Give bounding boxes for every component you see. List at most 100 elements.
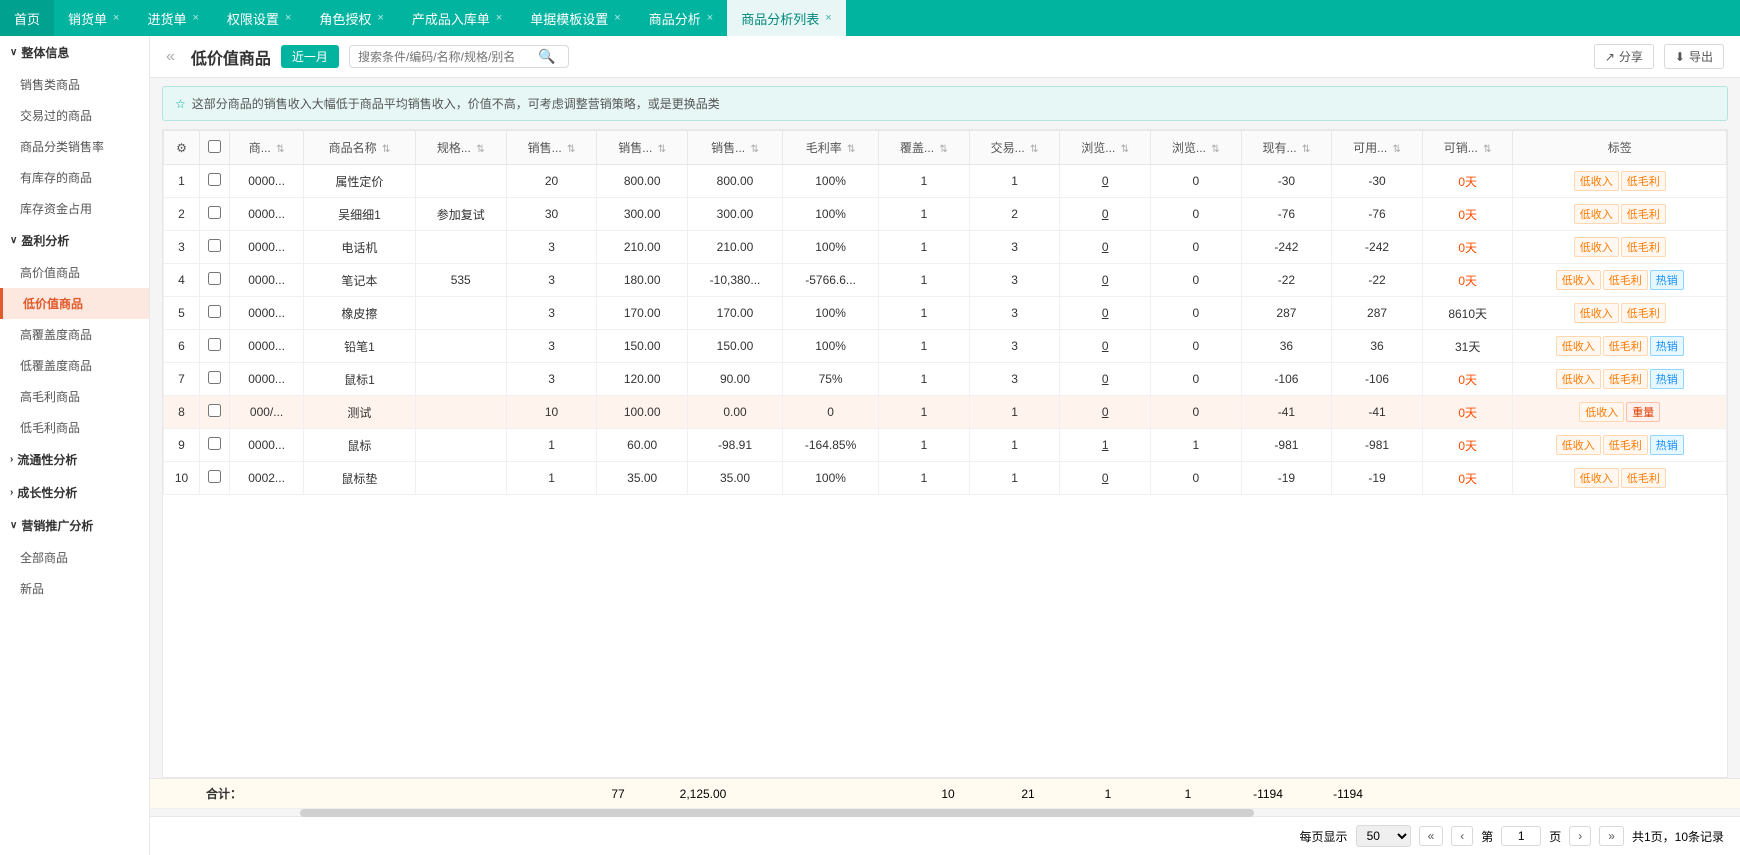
td-view1[interactable]: 0 bbox=[1060, 330, 1151, 363]
sidebar-item-low-value[interactable]: 低价值商品 bbox=[0, 288, 149, 319]
td-view1[interactable]: 0 bbox=[1060, 165, 1151, 198]
last-page-button[interactable]: » bbox=[1599, 826, 1624, 846]
row-checkbox[interactable] bbox=[208, 272, 221, 285]
nav-close-role[interactable]: × bbox=[377, 12, 383, 24]
sidebar-item-all-goods[interactable]: 全部商品 bbox=[0, 542, 149, 573]
td-tags: 低收入低毛利 bbox=[1513, 198, 1727, 231]
next-page-button[interactable]: › bbox=[1569, 826, 1591, 846]
row-checkbox[interactable] bbox=[208, 470, 221, 483]
export-button[interactable]: ⬇ 导出 bbox=[1664, 44, 1724, 69]
nav-product-analysis-list[interactable]: 商品分析列表 × bbox=[727, 0, 845, 36]
nav-close-analysis-list[interactable]: × bbox=[825, 12, 831, 24]
td-view1[interactable]: 0 bbox=[1060, 396, 1151, 429]
sidebar-group-profit[interactable]: ∨ 盈利分析 bbox=[0, 224, 149, 257]
search-input[interactable] bbox=[358, 50, 538, 64]
sidebar-item-category-sales[interactable]: 商品分类销售率 bbox=[0, 131, 149, 162]
nav-close-stock[interactable]: × bbox=[496, 12, 502, 24]
td-sale1: 20 bbox=[506, 165, 597, 198]
sidebar-group-growth[interactable]: › 成长性分析 bbox=[0, 476, 149, 509]
td-checkbox[interactable] bbox=[200, 330, 230, 363]
td-view1[interactable]: 0 bbox=[1060, 297, 1151, 330]
sidebar-item-stock-capital[interactable]: 库存资金占用 bbox=[0, 193, 149, 224]
total-cover: 10 bbox=[908, 787, 988, 801]
sidebar-item-sales-goods[interactable]: 销售类商品 bbox=[0, 69, 149, 100]
nav-purchase-order[interactable]: 进货单 × bbox=[133, 0, 212, 36]
view1-link[interactable]: 0 bbox=[1102, 273, 1109, 287]
view1-link[interactable]: 0 bbox=[1102, 372, 1109, 386]
share-button[interactable]: ↗ 分享 bbox=[1594, 44, 1654, 69]
td-checkbox[interactable] bbox=[200, 396, 230, 429]
view1-link[interactable]: 0 bbox=[1102, 207, 1109, 221]
scrollbar[interactable] bbox=[150, 809, 1740, 817]
nav-close-sales[interactable]: × bbox=[113, 12, 119, 24]
view1-link[interactable]: 0 bbox=[1102, 306, 1109, 320]
nav-close-permission[interactable]: × bbox=[285, 12, 291, 24]
view1-link[interactable]: 0 bbox=[1102, 339, 1109, 353]
sidebar-item-stock-goods[interactable]: 有库存的商品 bbox=[0, 162, 149, 193]
td-checkbox[interactable] bbox=[200, 462, 230, 495]
td-view1[interactable]: 1 bbox=[1060, 429, 1151, 462]
nav-product-stock[interactable]: 产成品入库单 × bbox=[398, 0, 516, 36]
td-checkbox[interactable] bbox=[200, 297, 230, 330]
th-settings[interactable]: ⚙ bbox=[164, 131, 200, 165]
td-view1[interactable]: 0 bbox=[1060, 462, 1151, 495]
nav-template[interactable]: 单据模板设置 × bbox=[516, 0, 634, 36]
td-checkbox[interactable] bbox=[200, 264, 230, 297]
prev-page-button[interactable]: ‹ bbox=[1451, 826, 1473, 846]
select-all-checkbox[interactable] bbox=[208, 140, 221, 153]
view1-link[interactable]: 0 bbox=[1102, 240, 1109, 254]
page-input[interactable] bbox=[1501, 826, 1541, 846]
nav-home[interactable]: 首页 bbox=[0, 0, 54, 36]
sidebar-item-low-margin[interactable]: 低毛利商品 bbox=[0, 412, 149, 443]
row-checkbox[interactable] bbox=[208, 239, 221, 252]
nav-sales-order[interactable]: 销货单 × bbox=[54, 0, 133, 36]
th-sale2: 销售... ⇅ bbox=[597, 131, 688, 165]
row-checkbox[interactable] bbox=[208, 338, 221, 351]
view1-link[interactable]: 1 bbox=[1102, 438, 1109, 452]
nav-role-auth[interactable]: 角色授权 × bbox=[305, 0, 397, 36]
search-icon[interactable]: 🔍 bbox=[538, 48, 555, 65]
view1-link[interactable]: 0 bbox=[1102, 471, 1109, 485]
sidebar-item-high-coverage[interactable]: 高覆盖度商品 bbox=[0, 319, 149, 350]
td-checkbox[interactable] bbox=[200, 231, 230, 264]
sidebar-item-new-goods[interactable]: 新品 bbox=[0, 573, 149, 604]
td-current: 287 bbox=[1241, 297, 1332, 330]
row-checkbox[interactable] bbox=[208, 305, 221, 318]
nav-close-template[interactable]: × bbox=[614, 12, 620, 24]
td-view1[interactable]: 0 bbox=[1060, 231, 1151, 264]
row-checkbox[interactable] bbox=[208, 206, 221, 219]
sidebar-item-low-coverage[interactable]: 低覆盖度商品 bbox=[0, 350, 149, 381]
page-size-select[interactable]: 50 100 200 bbox=[1356, 825, 1411, 847]
td-checkbox[interactable] bbox=[200, 198, 230, 231]
table-container[interactable]: ⚙ 商... ⇅ 商品名称 ⇅ 规格... ⇅ 销售... ⇅ 销售... ⇅ … bbox=[162, 129, 1728, 778]
td-no: 8 bbox=[164, 396, 200, 429]
nav-close-purchase[interactable]: × bbox=[192, 12, 198, 24]
th-available: 可用... ⇅ bbox=[1332, 131, 1423, 165]
collapse-button[interactable]: « bbox=[166, 48, 175, 66]
td-checkbox[interactable] bbox=[200, 165, 230, 198]
td-view1[interactable]: 0 bbox=[1060, 198, 1151, 231]
th-saleable: 可销... ⇅ bbox=[1422, 131, 1513, 165]
sidebar-group-marketing[interactable]: ∨ 营销推广分析 bbox=[0, 509, 149, 542]
first-page-button[interactable]: « bbox=[1419, 826, 1444, 846]
sidebar-item-traded-goods[interactable]: 交易过的商品 bbox=[0, 100, 149, 131]
td-view1[interactable]: 0 bbox=[1060, 264, 1151, 297]
row-checkbox[interactable] bbox=[208, 371, 221, 384]
sidebar-item-high-value[interactable]: 高价值商品 bbox=[0, 257, 149, 288]
row-checkbox[interactable] bbox=[208, 173, 221, 186]
row-checkbox[interactable] bbox=[208, 404, 221, 417]
nav-product-analysis[interactable]: 商品分析 × bbox=[635, 0, 727, 36]
view1-link[interactable]: 0 bbox=[1102, 174, 1109, 188]
filter-recent-month[interactable]: 近一月 bbox=[281, 45, 339, 68]
sidebar-item-high-margin[interactable]: 高毛利商品 bbox=[0, 381, 149, 412]
nav-permission[interactable]: 权限设置 × bbox=[213, 0, 305, 36]
row-checkbox[interactable] bbox=[208, 437, 221, 450]
sidebar-group-overall[interactable]: ∨ 整体信息 bbox=[0, 36, 149, 69]
view1-link[interactable]: 0 bbox=[1102, 405, 1109, 419]
page-title: 低价值商品 bbox=[191, 45, 271, 69]
td-view1[interactable]: 0 bbox=[1060, 363, 1151, 396]
nav-close-analysis[interactable]: × bbox=[707, 12, 713, 24]
sidebar-group-flow[interactable]: › 流通性分析 bbox=[0, 443, 149, 476]
td-checkbox[interactable] bbox=[200, 429, 230, 462]
td-checkbox[interactable] bbox=[200, 363, 230, 396]
